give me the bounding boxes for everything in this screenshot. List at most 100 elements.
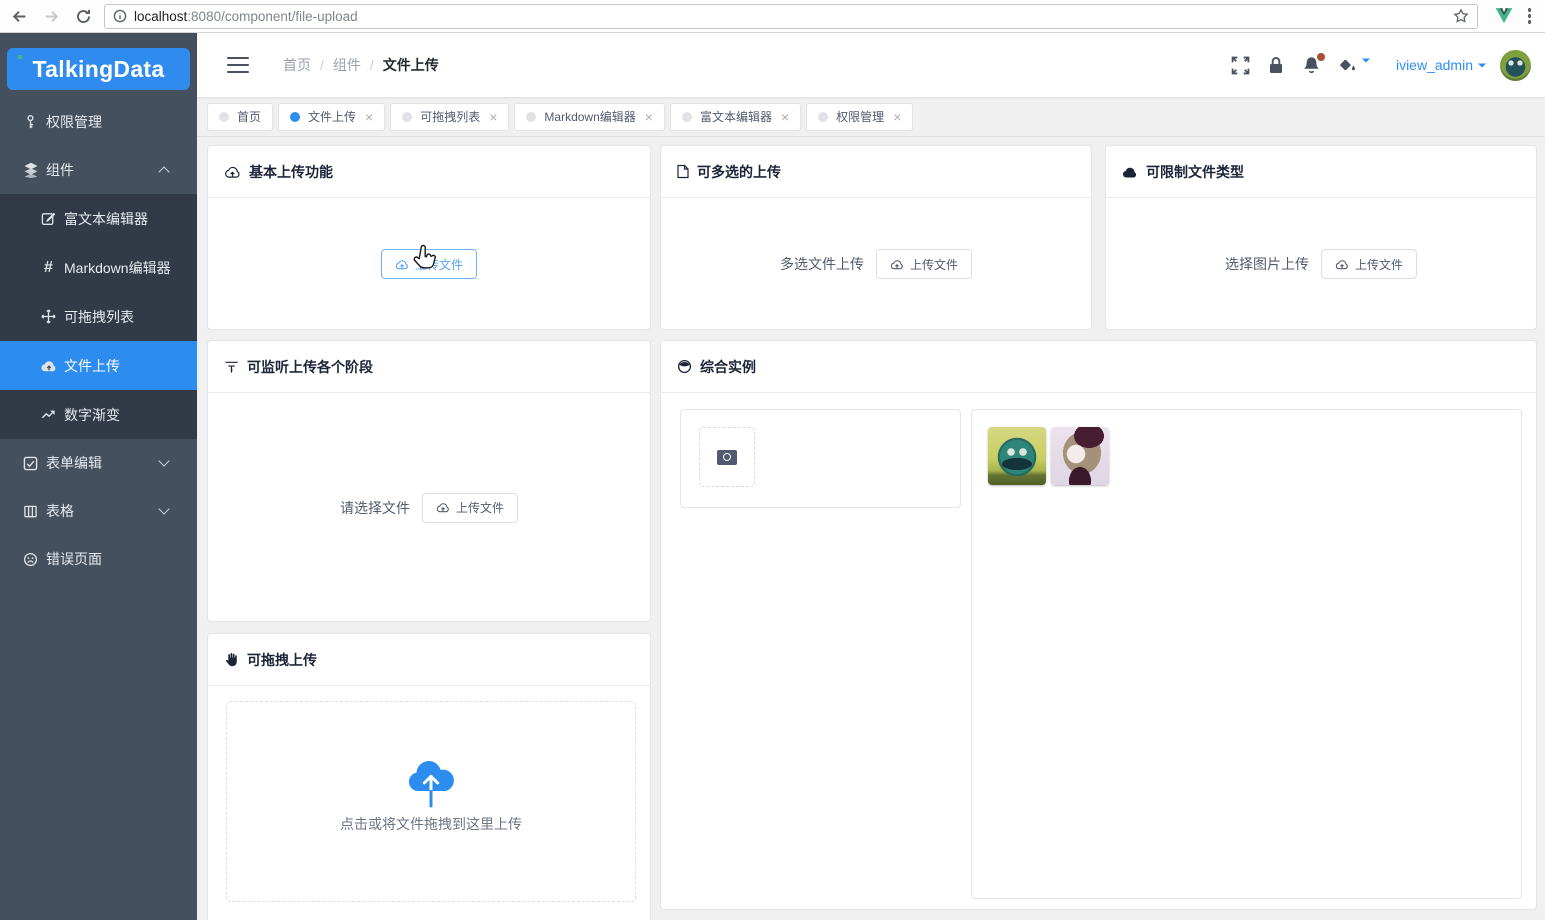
cloud-upload-icon bbox=[40, 359, 57, 372]
sidebar-item-label: 富文本编辑器 bbox=[64, 210, 148, 227]
sidebar-item-rich-text-editor[interactable]: 富文本编辑器 bbox=[0, 194, 197, 243]
sidebar-item-markdown-editor[interactable]: # Markdown编辑器 bbox=[0, 243, 197, 292]
card-title: 综合实例 bbox=[700, 358, 756, 375]
card-title: 可拖拽上传 bbox=[247, 651, 317, 668]
avatar-upload-panel bbox=[680, 409, 961, 508]
breadcrumb-current: 文件上传 bbox=[382, 57, 439, 73]
card-header: 综合实例 bbox=[661, 341, 1536, 393]
hand-icon bbox=[225, 652, 237, 667]
card-basic-upload: 基本上传功能 上传文件 bbox=[207, 145, 651, 330]
sidebar-item-draggable-list[interactable]: 可拖拽列表 bbox=[0, 292, 197, 341]
card-body: 选择图片上传 上传文件 bbox=[1106, 198, 1536, 330]
person-icon bbox=[677, 359, 692, 374]
upload-file-button[interactable]: 上传文件 bbox=[421, 492, 518, 523]
notifications-bell-icon[interactable] bbox=[1302, 52, 1325, 75]
camera-upload-dropzone[interactable] bbox=[699, 427, 755, 487]
sidebar-item-number-gradient[interactable]: 数字渐变 bbox=[0, 390, 197, 439]
card-header: 可监听上传各个阶段 bbox=[208, 341, 650, 393]
card-restrict-type: 可限制文件类型 选择图片上传 上传文件 bbox=[1105, 145, 1537, 330]
button-label: 上传文件 bbox=[414, 257, 463, 272]
upload-file-button[interactable]: 上传文件 bbox=[875, 249, 972, 279]
hamburger-menu-icon[interactable] bbox=[227, 56, 249, 74]
sidebar-item-form-edit[interactable]: 表单编辑 bbox=[0, 439, 197, 487]
card-header: 可限制文件类型 bbox=[1106, 146, 1536, 198]
checkbox-icon bbox=[22, 456, 39, 471]
tab-rich-text-editor[interactable]: 富文本编辑器 bbox=[669, 102, 802, 131]
vue-devtools-icon[interactable] bbox=[1494, 7, 1514, 25]
sidebar-item-error-pages[interactable]: 错误页面 bbox=[0, 535, 197, 583]
tab-file-upload[interactable]: 文件上传 bbox=[278, 102, 386, 131]
sidebar-item-label: 表单编辑 bbox=[46, 455, 102, 471]
tab-dot bbox=[290, 111, 301, 122]
chevron-down-icon bbox=[158, 503, 170, 515]
tab-dot bbox=[818, 111, 829, 122]
page-content: 基本上传功能 上传文件 可多选的上传 多选文件上传 上传文件 可限制文件类型 选… bbox=[197, 137, 1545, 920]
close-icon[interactable] bbox=[489, 110, 497, 124]
components-submenu: 富文本编辑器 # Markdown编辑器 可拖拽列表 文件上传 数字渐变 bbox=[0, 194, 197, 439]
tab-markdown-editor[interactable]: Markdown编辑器 bbox=[514, 102, 665, 131]
breadcrumb-components[interactable]: 组件 bbox=[333, 55, 361, 75]
uploaded-image-thumbnail[interactable] bbox=[988, 427, 1046, 485]
camera-icon bbox=[717, 449, 737, 465]
tab-draggable-list[interactable]: 可拖拽列表 bbox=[390, 102, 510, 131]
funnel-icon bbox=[225, 361, 238, 373]
drag-drop-zone[interactable]: 点击或将文件拖拽到这里上传 bbox=[226, 701, 636, 902]
close-icon[interactable] bbox=[893, 110, 901, 124]
sidebar-item-table[interactable]: 表格 bbox=[0, 487, 197, 535]
browser-menu-icon[interactable] bbox=[1527, 8, 1531, 24]
url-text: localhost:8080/component/file-upload bbox=[134, 9, 358, 24]
bookmark-star-icon[interactable] bbox=[1452, 8, 1469, 24]
tab-dot bbox=[681, 111, 692, 122]
main-area: 首页 组件 文件上传 bbox=[197, 33, 1545, 920]
browser-back-icon[interactable] bbox=[8, 5, 30, 27]
cloud-upload-outline-icon bbox=[395, 259, 408, 269]
lock-icon[interactable] bbox=[1267, 56, 1285, 75]
address-bar[interactable]: localhost:8080/component/file-upload bbox=[104, 3, 1478, 29]
button-label: 上传文件 bbox=[909, 257, 958, 272]
sidebar-item-label: Markdown编辑器 bbox=[64, 259, 171, 276]
browser-toolbar: localhost:8080/component/file-upload bbox=[0, 0, 1545, 33]
sidebar-item-label: 可拖拽列表 bbox=[64, 308, 134, 325]
tab-home[interactable]: 首页 bbox=[207, 102, 274, 131]
layers-icon bbox=[22, 162, 39, 178]
sidebar-item-components[interactable]: 组件 bbox=[0, 146, 197, 194]
card-title: 可限制文件类型 bbox=[1146, 163, 1244, 180]
caret-down-icon bbox=[1478, 63, 1486, 72]
card-drag-upload: 可拖拽上传 点击或将文件拖拽到这里上传 bbox=[207, 633, 651, 920]
breadcrumb: 首页 组件 文件上传 bbox=[283, 55, 439, 75]
card-demo: 综合实例 bbox=[660, 340, 1537, 910]
sidebar: TalkingData 权限管理 组件 富文本编辑器 # Markdown编辑器… bbox=[0, 33, 197, 920]
tab-permission[interactable]: 权限管理 bbox=[806, 102, 914, 131]
cloud-upload-outline-icon bbox=[225, 166, 240, 178]
sidebar-item-file-upload[interactable]: 文件上传 bbox=[0, 341, 197, 390]
tab-dot bbox=[526, 111, 537, 122]
card-body: 上传文件 bbox=[208, 198, 650, 330]
sidebar-item-permission[interactable]: 权限管理 bbox=[0, 98, 197, 146]
card-header: 可拖拽上传 bbox=[208, 634, 650, 686]
close-icon[interactable] bbox=[645, 110, 653, 124]
breadcrumb-home[interactable]: 首页 bbox=[283, 55, 311, 75]
tab-label: Markdown编辑器 bbox=[544, 110, 636, 124]
pound-icon: # bbox=[44, 258, 53, 276]
logo[interactable]: TalkingData bbox=[7, 48, 190, 90]
page-info-icon[interactable] bbox=[113, 9, 127, 23]
notification-dot bbox=[1316, 52, 1325, 61]
theme-paint-icon[interactable] bbox=[1338, 56, 1370, 74]
breadcrumb-separator bbox=[361, 57, 383, 73]
avatar[interactable] bbox=[1500, 49, 1531, 81]
close-icon[interactable] bbox=[365, 110, 373, 124]
close-icon[interactable] bbox=[781, 110, 789, 124]
card-header: 基本上传功能 bbox=[208, 146, 650, 198]
upload-file-button[interactable]: 上传文件 bbox=[380, 249, 477, 279]
card-header: 可多选的上传 bbox=[661, 146, 1091, 198]
browser-reload-icon[interactable] bbox=[72, 5, 94, 27]
upload-file-button[interactable]: 上传文件 bbox=[1320, 249, 1417, 279]
sidebar-item-label: 错误页面 bbox=[46, 551, 102, 567]
card-title: 基本上传功能 bbox=[249, 163, 333, 180]
user-menu[interactable]: iview_admin bbox=[1396, 57, 1486, 73]
fullscreen-icon[interactable] bbox=[1231, 56, 1250, 75]
url-path: :8080/component/file-upload bbox=[187, 8, 358, 24]
trending-up-icon bbox=[40, 407, 57, 422]
card-body: 点击或将文件拖拽到这里上传 bbox=[208, 686, 650, 920]
uploaded-image-thumbnail[interactable] bbox=[1051, 427, 1109, 485]
